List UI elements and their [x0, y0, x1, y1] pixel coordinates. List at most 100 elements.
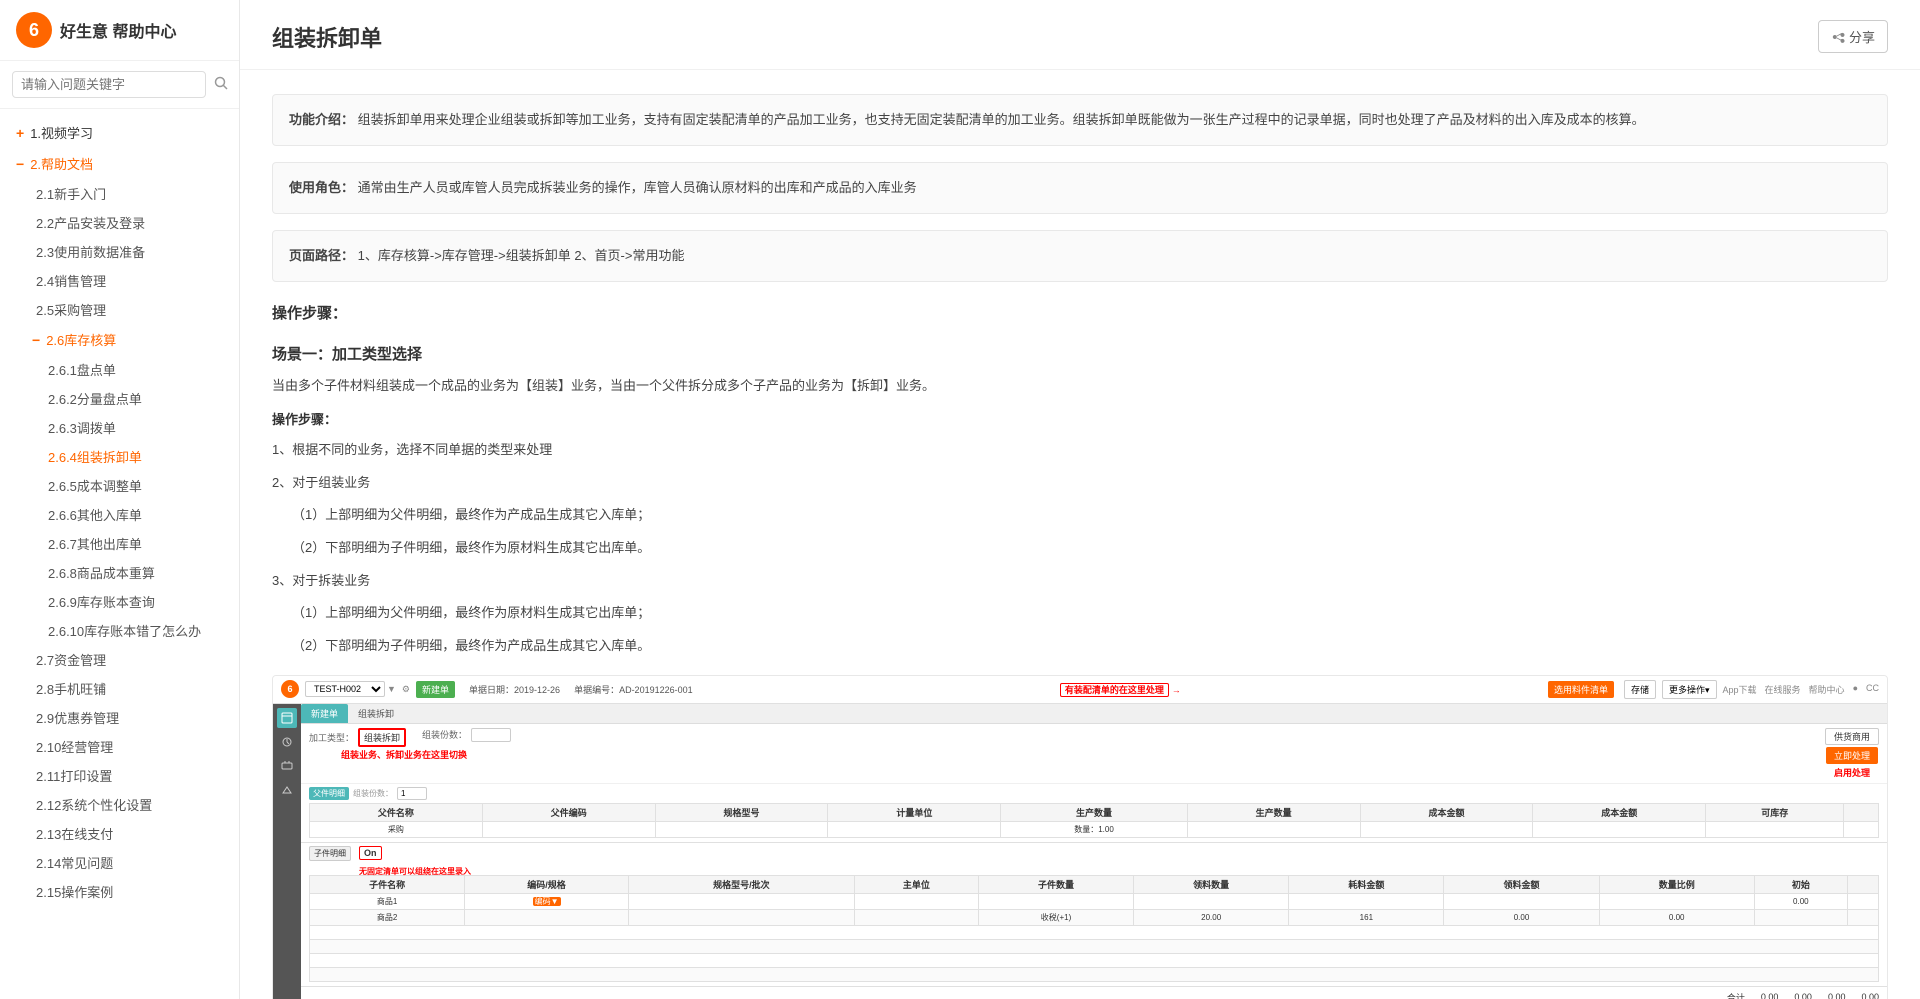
mini-nav-icon-3[interactable]: [277, 756, 297, 776]
collapse-icon: −: [32, 332, 40, 348]
mini-footer: 合计 0.00 0.00 0.00 0.00: [301, 986, 1887, 999]
sidebar-item-label: 2.帮助文档: [30, 154, 93, 173]
sidebar-item-inventory[interactable]: − 2.6库存核算: [0, 324, 239, 355]
mini-content-area: 新建单 组装拆卸 加工类型： 组装拆卸 组装份数：: [273, 704, 1887, 999]
table-row: [310, 967, 1879, 981]
role-intro-block: 使用角色： 通常由生产人员或库管人员完成拆装业务的操作，库管人员确认原材料的出库…: [272, 162, 1888, 214]
feature-intro-label: 功能介绍：: [289, 112, 354, 127]
sidebar-item-2-15[interactable]: 2.15操作案例: [0, 877, 239, 906]
sidebar-item-purchase[interactable]: 2.5采购管理: [0, 295, 239, 324]
mini-on-toggle[interactable]: On: [359, 846, 382, 860]
share-icon: [1831, 30, 1845, 44]
steps-label2: 操作步骤：: [272, 409, 1888, 428]
feature-intro-text: 组装拆卸单用来处理企业组装或拆卸等加工业务，支持有固定装配清单的产品加工业务，也…: [358, 112, 1645, 127]
sidebar-item-2-11[interactable]: 2.11打印设置: [0, 761, 239, 790]
mini-topbar: 6 TEST-H002 ▼ ⚙ 新建单 单据日期：2019-12-26 单据编号…: [273, 676, 1887, 704]
sidebar-item-2-6-7[interactable]: 2.6.7其他出库单: [0, 529, 239, 558]
collapse-icon: −: [16, 156, 24, 172]
role-intro-text: 通常由生产人员或库管人员完成拆装业务的操作，库管人员确认原材料的出库和产成品的入…: [358, 180, 917, 195]
sidebar-item-2-6-2[interactable]: 2.6.2分量盘点单: [0, 384, 239, 413]
search-input[interactable]: [12, 71, 206, 98]
sidebar-header: 6 好生意 帮助中心: [0, 0, 239, 61]
sidebar-item-newcomer[interactable]: 2.1新手入门: [0, 179, 239, 208]
mini-more-btn[interactable]: 更多操作▾: [1662, 680, 1717, 699]
search-icon: [214, 76, 228, 90]
sidebar-item-data-prep[interactable]: 2.3使用前数据准备: [0, 237, 239, 266]
sidebar-item-sales[interactable]: 2.4销售管理: [0, 266, 239, 295]
table-row: 商品1 编码▼ 0.00: [310, 893, 1879, 909]
table-row: [310, 939, 1879, 953]
app-logo: 6: [16, 12, 52, 48]
sidebar-item-2-14[interactable]: 2.14常见问题: [0, 848, 239, 877]
scene-1-title: 场景一：加工类型选择: [272, 343, 1888, 364]
page-path-block: 页面路径： 1、库存核算->库存管理->组装拆卸单 2、首页->常用功能: [272, 230, 1888, 282]
mini-module-select[interactable]: TEST-H002: [305, 681, 385, 697]
sidebar-item-2-6-8[interactable]: 2.6.8商品成本重算: [0, 558, 239, 587]
search-button[interactable]: [210, 72, 232, 97]
steps-content: 1、根据不同的业务，选择不同单据的类型来处理 2、对于组装业务 （1）上部明细为…: [272, 438, 1888, 659]
sidebar-item-2-6-10[interactable]: 2.6.10库存账本错了怎么办: [0, 616, 239, 645]
annotation-type-switch: 组装业务、拆卸业务在这里切换: [341, 748, 467, 761]
mini-total-4: 0.00: [1861, 992, 1879, 999]
mini-child-section-label: 子件明细: [309, 846, 351, 861]
nav-tree: + 1.视频学习 − 2.帮助文档 2.1新手入门 2.2产品安装及登录 2.3…: [0, 109, 239, 999]
mini-parent-table: 父件名称 父件编码 规格型号 计量单位 生产数量 生产数量 成本金额 成本金额: [309, 803, 1879, 838]
mini-child-table: 子件名称 编码/规格 规格型号/批次 主单位 子件数量 领料数量 耗料金额 领料…: [309, 875, 1879, 982]
mini-type-select[interactable]: 组装拆卸: [358, 728, 406, 747]
sidebar-item-2-7[interactable]: 2.7资金管理: [0, 645, 239, 674]
sidebar-item-2-6-6[interactable]: 2.6.6其他入库单: [0, 500, 239, 529]
search-box: [0, 61, 239, 109]
mini-set-label: 组装份数：: [353, 788, 393, 799]
sidebar: 6 好生意 帮助中心 + 1.视频学习 − 2.帮助文档 2.1新手入门 2.2…: [0, 0, 240, 999]
feature-intro-block: 功能介绍： 组装拆卸单用来处理企业组装或拆卸等加工业务，支持有固定装配清单的产品…: [272, 94, 1888, 146]
mini-tab-active[interactable]: 新建单: [301, 704, 348, 723]
mini-qty-input[interactable]: [471, 728, 511, 742]
sidebar-item-2-10[interactable]: 2.10经营管理: [0, 732, 239, 761]
sidebar-item-2-6-4[interactable]: 2.6.4组装拆卸单: [0, 442, 239, 471]
mini-tab-assembly[interactable]: 组装拆卸: [348, 704, 404, 723]
table-row: 采购 数量：1.00: [310, 821, 1879, 837]
mini-type-field: 加工类型： 组装拆卸: [309, 728, 406, 747]
mini-icons-right: App下载在线服务帮助中心●CC: [1723, 683, 1879, 696]
mini-nav-icon-4[interactable]: [277, 780, 297, 800]
mini-nav-icon-2[interactable]: [277, 732, 297, 752]
sidebar-item-2-12[interactable]: 2.12系统个性化设置: [0, 790, 239, 819]
sidebar-item-video[interactable]: + 1.视频学习: [0, 117, 239, 148]
sidebar-item-docs[interactable]: − 2.帮助文档: [0, 148, 239, 179]
mini-template-btn[interactable]: 选用料件清单: [1548, 681, 1614, 698]
sidebar-item-label: 1.视频学习: [30, 123, 93, 142]
mini-total-2: 0.00: [1794, 992, 1812, 999]
sidebar-item-2-13[interactable]: 2.13在线支付: [0, 819, 239, 848]
sidebar-item-2-6-3[interactable]: 2.6.3调拨单: [0, 413, 239, 442]
table-row: 商品2 收税(+1) 20.00 161 0.00 0.00: [310, 909, 1879, 925]
mini-form-tabs: 新建单 组装拆卸: [301, 704, 1887, 724]
screenshot-container: 6 TEST-H002 ▼ ⚙ 新建单 单据日期：2019-12-26 单据编号…: [272, 675, 1888, 999]
sidebar-item-install[interactable]: 2.2产品安装及登录: [0, 208, 239, 237]
page-path-label: 页面路径：: [289, 248, 354, 263]
page-path-text: 1、库存核算->库存管理->组装拆卸单 2、首页->常用功能: [358, 248, 685, 263]
mini-enable-area: 供货商用 立即处理 启用处理: [1825, 728, 1879, 779]
mini-parent-section-label: 父件明细: [309, 787, 349, 800]
table-row: [310, 925, 1879, 939]
mini-nav-icon-1[interactable]: [277, 708, 297, 728]
sidebar-item-2-8[interactable]: 2.8手机旺铺: [0, 674, 239, 703]
main-content: 组装拆卸单 分享 功能介绍： 组装拆卸单用来处理企业组装或拆卸等加工业务，支持有…: [240, 0, 1920, 999]
share-button[interactable]: 分享: [1818, 20, 1888, 53]
mini-app-screenshot: 6 TEST-H002 ▼ ⚙ 新建单 单据日期：2019-12-26 单据编号…: [273, 676, 1887, 999]
sidebar-item-label: 2.6库存核算: [46, 330, 116, 349]
mini-confirm-btn[interactable]: 立即处理: [1826, 747, 1878, 764]
expand-icon: +: [16, 125, 24, 141]
sidebar-item-2-6-1[interactable]: 2.6.1盘点单: [0, 355, 239, 384]
sidebar-item-2-6-5[interactable]: 2.6.5成本调整单: [0, 471, 239, 500]
mini-logo: 6: [281, 680, 299, 698]
mini-sets-input[interactable]: [397, 787, 427, 800]
mini-supplier-input[interactable]: 供货商用: [1825, 728, 1879, 745]
mini-total-3: 0.00: [1828, 992, 1846, 999]
sidebar-item-2-9[interactable]: 2.9优惠券管理: [0, 703, 239, 732]
scene-1-desc: 当由多个子件材料组装成一个成品的业务为【组装】业务，当由一个父件拆分成多个子产品…: [272, 374, 1888, 399]
mini-total-1: 0.00: [1761, 992, 1779, 999]
sidebar-item-2-6-9[interactable]: 2.6.9库存账本查询: [0, 587, 239, 616]
mini-new-btn[interactable]: 新建单: [416, 681, 455, 698]
steps-title: 操作步骤：: [272, 302, 1888, 323]
mini-save-btn[interactable]: 存储: [1624, 680, 1656, 699]
